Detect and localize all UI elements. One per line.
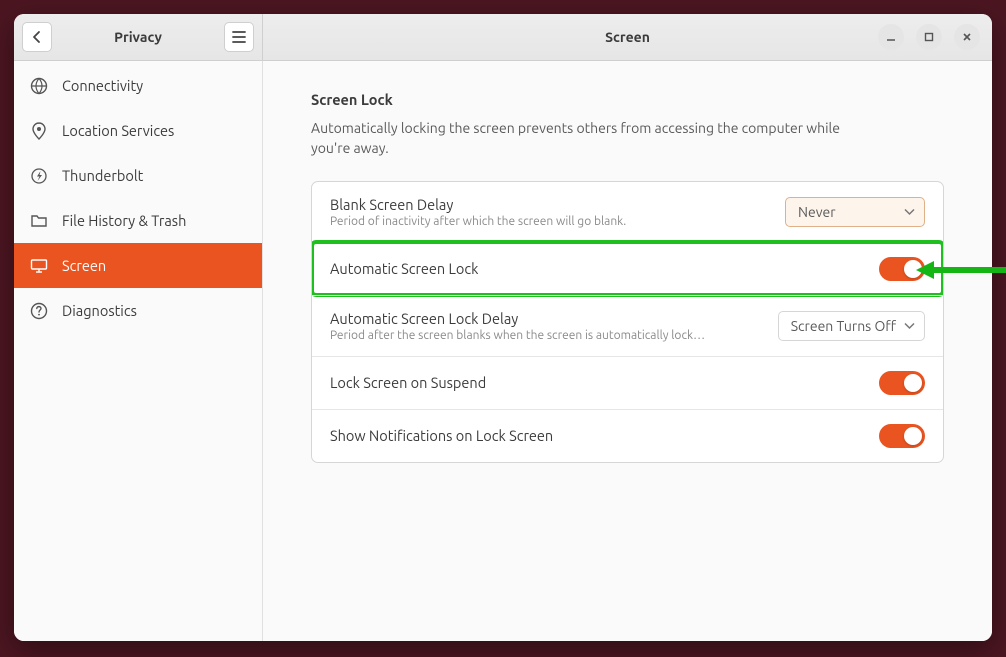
window-controls bbox=[878, 24, 992, 50]
sidebar-item-label: Screen bbox=[62, 257, 106, 274]
row-label: Blank Screen Delay bbox=[330, 196, 769, 213]
row-text: Automatic Screen Lock Delay Period after… bbox=[330, 310, 762, 342]
titlebar: Privacy Screen bbox=[14, 14, 992, 61]
sidebar-item-filehistory[interactable]: File History & Trash bbox=[14, 198, 262, 243]
settings-window: Privacy Screen bbox=[14, 14, 992, 641]
row-label: Automatic Screen Lock Delay bbox=[330, 310, 762, 327]
sidebar-item-connectivity[interactable]: Connectivity bbox=[14, 63, 262, 108]
minimize-icon bbox=[886, 32, 896, 42]
sidebar-item-screen[interactable]: Screen bbox=[14, 243, 262, 288]
close-icon bbox=[962, 32, 972, 42]
chevron-down-icon bbox=[904, 322, 915, 329]
row-label: Lock Screen on Suspend bbox=[330, 374, 863, 391]
monitor-icon bbox=[30, 257, 48, 275]
lock-on-suspend-toggle[interactable] bbox=[879, 371, 925, 395]
sidebar-item-label: Diagnostics bbox=[62, 302, 137, 319]
section-description: Automatically locking the screen prevent… bbox=[311, 118, 871, 159]
chevron-left-icon bbox=[32, 30, 42, 44]
section-title: Screen Lock bbox=[311, 91, 944, 108]
auto-lock-delay-dropdown[interactable]: Screen Turns Off bbox=[778, 311, 925, 341]
folder-icon bbox=[30, 212, 48, 230]
row-text: Show Notifications on Lock Screen bbox=[330, 427, 863, 444]
sidebar-item-label: Connectivity bbox=[62, 77, 143, 94]
sidebar-item-label: Thunderbolt bbox=[62, 167, 143, 184]
titlebar-left: Privacy bbox=[14, 14, 263, 60]
row-blank-screen-delay: Blank Screen Delay Period of inactivity … bbox=[312, 182, 943, 242]
settings-panel: Blank Screen Delay Period of inactivity … bbox=[311, 181, 944, 463]
back-button[interactable] bbox=[22, 22, 52, 52]
row-text: Blank Screen Delay Period of inactivity … bbox=[330, 196, 769, 228]
row-text: Automatic Screen Lock bbox=[330, 260, 863, 277]
window-body: Connectivity Location Services Thunderbo… bbox=[14, 61, 992, 641]
sidebar-item-diagnostics[interactable]: Diagnostics bbox=[14, 288, 262, 333]
row-automatic-screen-lock: Automatic Screen Lock bbox=[312, 242, 943, 295]
bolt-icon bbox=[30, 167, 48, 185]
question-icon bbox=[30, 302, 48, 320]
row-subtext: Period of inactivity after which the scr… bbox=[330, 215, 769, 228]
row-lock-on-suspend: Lock Screen on Suspend bbox=[312, 356, 943, 409]
sidebar: Connectivity Location Services Thunderbo… bbox=[14, 61, 263, 641]
automatic-screen-lock-toggle[interactable] bbox=[879, 257, 925, 281]
chevron-down-icon bbox=[904, 208, 915, 215]
blank-delay-dropdown[interactable]: Never bbox=[785, 197, 925, 227]
row-auto-lock-delay: Automatic Screen Lock Delay Period after… bbox=[312, 295, 943, 356]
hamburger-icon bbox=[232, 31, 246, 43]
globe-icon bbox=[30, 77, 48, 95]
close-button[interactable] bbox=[954, 24, 980, 50]
sidebar-item-label: Location Services bbox=[62, 122, 174, 139]
maximize-button[interactable] bbox=[916, 24, 942, 50]
dropdown-value: Never bbox=[798, 204, 836, 220]
minimize-button[interactable] bbox=[878, 24, 904, 50]
row-text: Lock Screen on Suspend bbox=[330, 374, 863, 391]
row-subtext: Period after the screen blanks when the … bbox=[330, 329, 762, 342]
sidebar-item-location[interactable]: Location Services bbox=[14, 108, 262, 153]
sidebar-item-thunderbolt[interactable]: Thunderbolt bbox=[14, 153, 262, 198]
row-lockscreen-notifications: Show Notifications on Lock Screen bbox=[312, 409, 943, 462]
hamburger-button[interactable] bbox=[224, 22, 254, 52]
maximize-icon bbox=[924, 32, 934, 42]
sidebar-item-label: File History & Trash bbox=[62, 212, 186, 229]
sidebar-title: Privacy bbox=[58, 29, 218, 45]
content-pane: Screen Lock Automatically locking the sc… bbox=[263, 61, 992, 641]
row-label: Show Notifications on Lock Screen bbox=[330, 427, 863, 444]
titlebar-right: Screen bbox=[263, 14, 992, 60]
dropdown-value: Screen Turns Off bbox=[791, 318, 896, 334]
lockscreen-notifications-toggle[interactable] bbox=[879, 424, 925, 448]
pin-icon bbox=[30, 122, 48, 140]
row-label: Automatic Screen Lock bbox=[330, 260, 863, 277]
